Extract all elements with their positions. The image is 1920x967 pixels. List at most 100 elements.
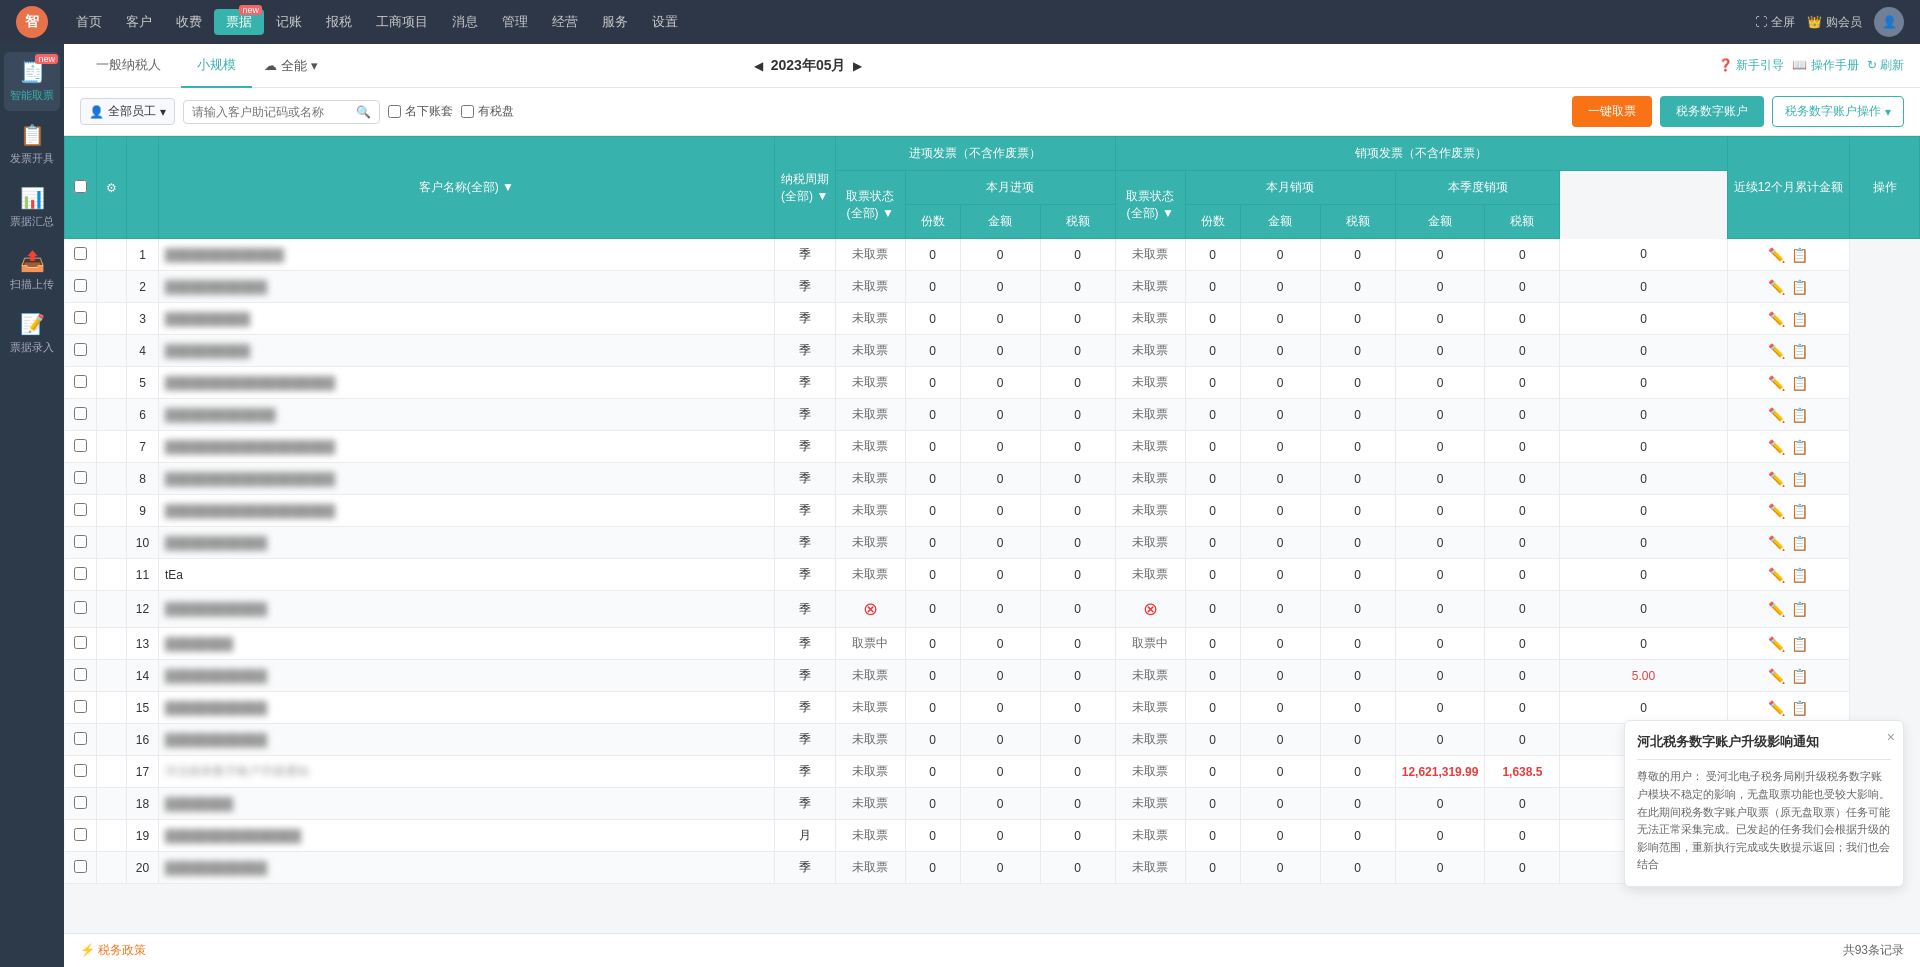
tax-operation-btn[interactable]: 税务数字账户操作 ▾ [1772, 96, 1904, 127]
edit-btn[interactable]: ✏️ [1768, 247, 1785, 263]
row-checkbox[interactable] [74, 764, 87, 777]
row-out-status[interactable]: 未取票 [1115, 399, 1185, 431]
row-out-status[interactable]: 未取票 [1115, 559, 1185, 591]
tab-small-scale[interactable]: 小规模 [181, 44, 252, 88]
new-guide-btn[interactable]: ❓ 新手引导 [1718, 57, 1784, 74]
row-customer-name[interactable]: ████████████████████ [159, 463, 775, 495]
copy-btn[interactable]: 📋 [1791, 311, 1808, 327]
row-out-status[interactable]: 未取票 [1115, 367, 1185, 399]
tax-policy-link[interactable]: ⚡ 税务政策 [80, 942, 146, 959]
th-name[interactable]: 客户名称(全部) ▼ [159, 137, 775, 239]
row-customer-name[interactable]: ████████████████████ [159, 495, 775, 527]
row-checkbox[interactable] [74, 439, 87, 452]
row-customer-name[interactable]: █████████████ [159, 399, 775, 431]
edit-btn[interactable]: ✏️ [1768, 407, 1785, 423]
copy-btn[interactable]: 📋 [1791, 503, 1808, 519]
row-customer-name[interactable]: ████████████████ [159, 820, 775, 852]
row-out-status[interactable]: 未取票 [1115, 495, 1185, 527]
row-in-status[interactable]: 取票中 [835, 628, 905, 660]
row-customer-name[interactable]: ████████████ [159, 660, 775, 692]
row-in-status[interactable]: ⊗ [835, 591, 905, 628]
row-in-status[interactable]: 未取票 [835, 335, 905, 367]
row-customer-name[interactable]: ██████████ [159, 335, 775, 367]
row-in-status[interactable]: 未取票 [835, 527, 905, 559]
manual-btn[interactable]: 📖 操作手册 [1792, 57, 1858, 74]
row-checkbox[interactable] [74, 700, 87, 713]
row-customer-name[interactable]: 河北税务数字账户升级通知 [159, 756, 775, 788]
row-in-status[interactable]: 未取票 [835, 852, 905, 884]
nav-service[interactable]: 服务 [590, 9, 640, 35]
row-customer-name[interactable]: ██████████████ [159, 239, 775, 271]
row-customer-name[interactable]: ████████████ [159, 724, 775, 756]
tab-all-ability[interactable]: ☁ 全能 ▾ [256, 57, 326, 75]
row-checkbox[interactable] [74, 732, 87, 745]
edit-btn[interactable]: ✏️ [1768, 535, 1785, 551]
select-all-checkbox[interactable] [74, 180, 87, 193]
row-customer-name[interactable]: tEa [159, 559, 775, 591]
edit-btn[interactable]: ✏️ [1768, 668, 1785, 684]
copy-btn[interactable]: 📋 [1791, 279, 1808, 295]
row-in-status[interactable]: 未取票 [835, 660, 905, 692]
row-customer-name[interactable]: ████████████ [159, 852, 775, 884]
user-avatar[interactable]: 👤 [1874, 7, 1904, 37]
refresh-btn[interactable]: ↻ 刷新 [1867, 57, 1904, 74]
edit-btn[interactable]: ✏️ [1768, 601, 1785, 617]
edit-btn[interactable]: ✏️ [1768, 503, 1785, 519]
edit-btn[interactable]: ✏️ [1768, 567, 1785, 583]
row-checkbox[interactable] [74, 247, 87, 260]
nav-accounting[interactable]: 记账 [264, 9, 314, 35]
row-customer-name[interactable]: ████████████ [159, 591, 775, 628]
taxpad-checkbox[interactable] [461, 105, 474, 118]
row-customer-name[interactable]: ████████████████████ [159, 431, 775, 463]
row-checkbox[interactable] [74, 375, 87, 388]
row-in-status[interactable]: 未取票 [835, 367, 905, 399]
row-checkbox[interactable] [74, 668, 87, 681]
row-checkbox[interactable] [74, 535, 87, 548]
sidebar-item-entry[interactable]: 📝 票据录入 [4, 304, 60, 363]
row-out-status[interactable]: 未取票 [1115, 756, 1185, 788]
row-out-status[interactable]: 未取票 [1115, 692, 1185, 724]
nav-invoice[interactable]: 票据 new [214, 9, 264, 35]
row-customer-name[interactable]: ████████████ [159, 692, 775, 724]
checkbox-sub-account[interactable]: 名下账套 [388, 103, 453, 120]
tab-general-taxpayer[interactable]: 一般纳税人 [80, 44, 177, 88]
nav-manage[interactable]: 管理 [490, 9, 540, 35]
row-in-status[interactable]: 未取票 [835, 463, 905, 495]
th-period[interactable]: 纳税周期(全部) ▼ [774, 137, 835, 239]
row-out-status[interactable]: 未取票 [1115, 527, 1185, 559]
row-out-status[interactable]: 未取票 [1115, 820, 1185, 852]
copy-btn[interactable]: 📋 [1791, 636, 1808, 652]
row-customer-name[interactable]: ████████████████████ [159, 367, 775, 399]
edit-btn[interactable]: ✏️ [1768, 439, 1785, 455]
th-in-status[interactable]: 取票状态(全部) ▼ [835, 171, 905, 239]
nav-operation[interactable]: 经营 [540, 9, 590, 35]
nav-billing[interactable]: 收费 [164, 9, 214, 35]
row-in-status[interactable]: 未取票 [835, 239, 905, 271]
edit-btn[interactable]: ✏️ [1768, 636, 1785, 652]
row-in-status[interactable]: 未取票 [835, 820, 905, 852]
period-prev-btn[interactable]: ◀ [754, 59, 763, 73]
row-out-status[interactable]: ⊗ [1115, 591, 1185, 628]
copy-btn[interactable]: 📋 [1791, 601, 1808, 617]
row-out-status[interactable]: 未取票 [1115, 463, 1185, 495]
copy-btn[interactable]: 📋 [1791, 567, 1808, 583]
edit-btn[interactable]: ✏️ [1768, 700, 1785, 716]
copy-btn[interactable]: 📋 [1791, 375, 1808, 391]
row-in-status[interactable]: 未取票 [835, 692, 905, 724]
edit-btn[interactable]: ✏️ [1768, 311, 1785, 327]
edit-btn[interactable]: ✏️ [1768, 279, 1785, 295]
copy-btn[interactable]: 📋 [1791, 668, 1808, 684]
row-out-status[interactable]: 未取票 [1115, 431, 1185, 463]
row-customer-name[interactable]: ████████ [159, 628, 775, 660]
member-btn[interactable]: 👑 购会员 [1807, 14, 1862, 31]
row-checkbox[interactable] [74, 343, 87, 356]
sidebar-item-scan[interactable]: 📤 扫描上传 [4, 241, 60, 300]
row-checkbox[interactable] [74, 601, 87, 614]
row-checkbox[interactable] [74, 860, 87, 873]
nav-tax[interactable]: 报税 [314, 9, 364, 35]
popup-close-btn[interactable]: × [1887, 729, 1895, 745]
tax-digital-btn[interactable]: 税务数字账户 [1660, 96, 1764, 127]
row-checkbox[interactable] [74, 796, 87, 809]
nav-home[interactable]: 首页 [64, 9, 114, 35]
row-out-status[interactable]: 未取票 [1115, 335, 1185, 367]
